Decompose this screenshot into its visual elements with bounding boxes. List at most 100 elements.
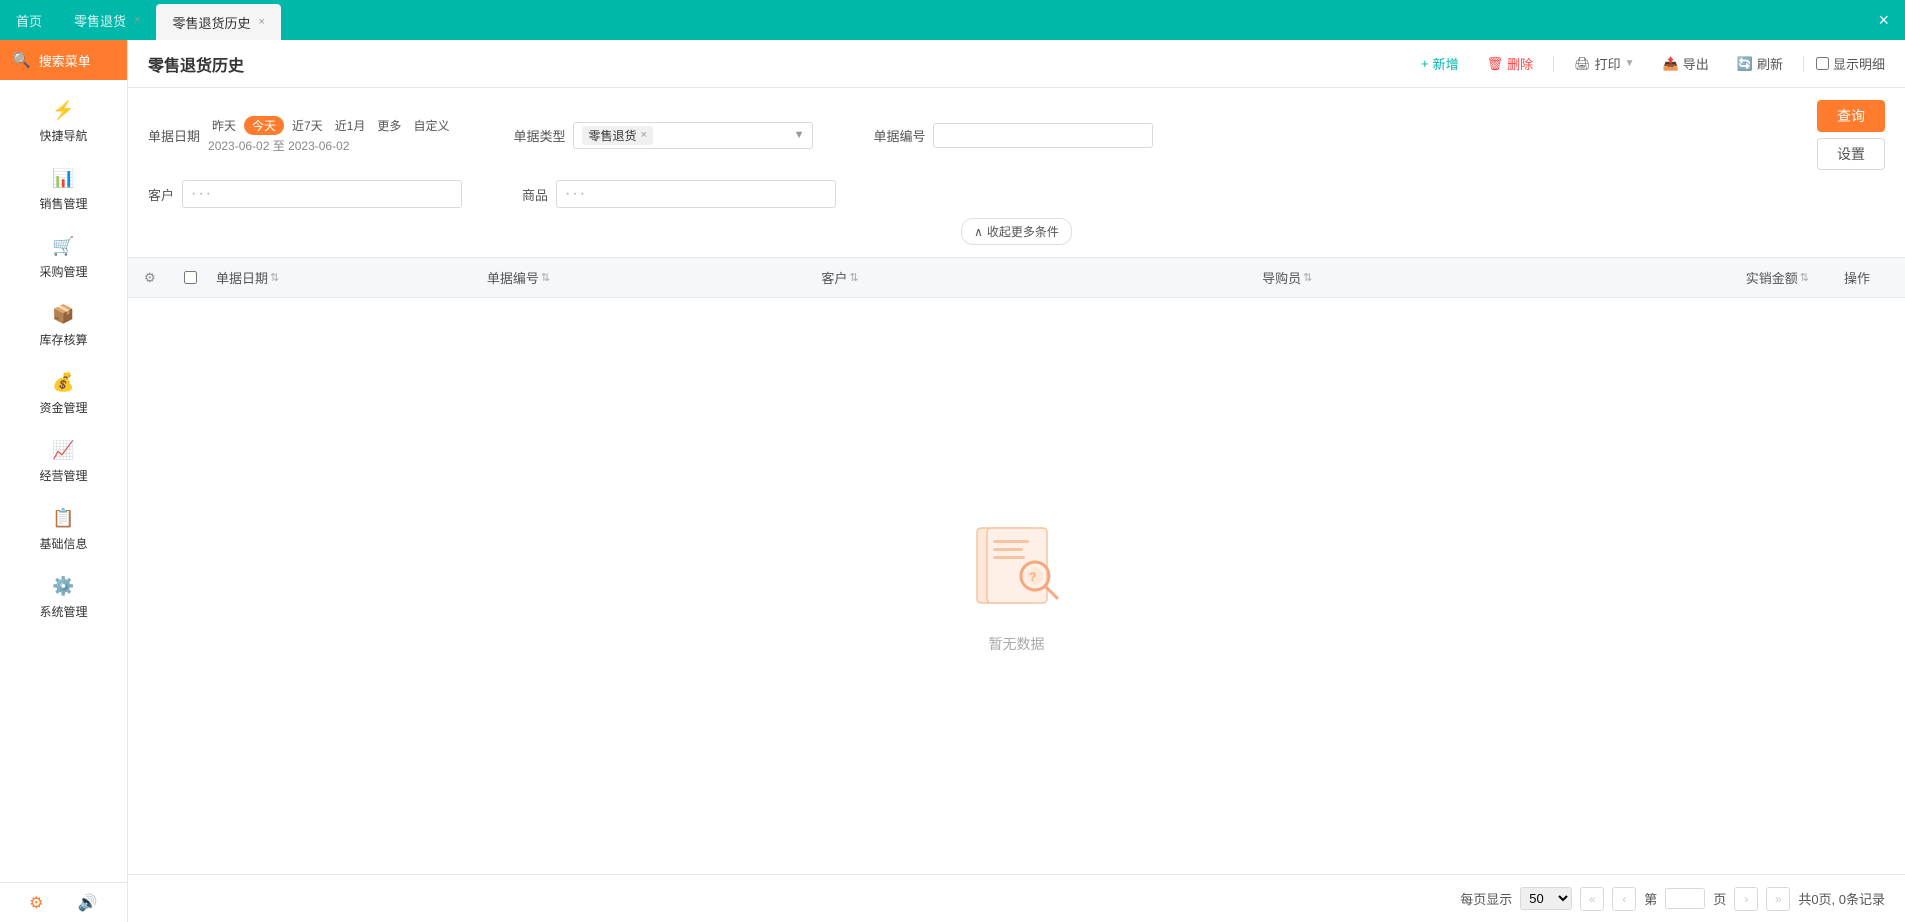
window-close-button[interactable]: × <box>1862 0 1905 40</box>
doc-type-tag-text: 零售退货 <box>588 127 636 144</box>
sales-icon: 📊 <box>52 168 74 189</box>
show-detail-checkbox[interactable]: 显示明细 <box>1816 54 1885 73</box>
query-settings-area: 查询 设置 <box>1817 100 1885 170</box>
th-customer-sort[interactable]: ⇅ <box>849 271 858 284</box>
sidebar-item-business[interactable]: 📈 经营管理 <box>0 428 127 496</box>
svg-text:?: ? <box>1029 570 1036 584</box>
collapse-area: ∧ 收起更多条件 <box>148 218 1885 245</box>
sidebar-item-basic-info-label: 基础信息 <box>39 535 87 552</box>
date-btn-1month[interactable]: 近1月 <box>331 116 370 135</box>
customer-label: 客户 <box>148 185 174 204</box>
first-page-button[interactable]: « <box>1580 887 1604 911</box>
show-detail-input[interactable] <box>1816 57 1829 70</box>
doc-type-tag-close[interactable]: × <box>640 129 646 141</box>
th-date: 单据日期 ⇅ <box>208 268 479 287</box>
settings-col-icon: ⚙ <box>144 270 156 286</box>
th-customer-label: 客户 <box>821 268 847 287</box>
date-btn-today[interactable]: 今天 <box>244 116 284 135</box>
empty-state: ? 暂无数据 <box>128 298 1905 874</box>
query-button[interactable]: 查询 <box>1817 100 1885 132</box>
collapse-icon: ∧ <box>974 225 983 239</box>
th-order-label: 单据编号 <box>487 268 539 287</box>
sidebar-item-system[interactable]: ⚙️ 系统管理 <box>0 564 127 632</box>
filter-date-item: 单据日期 昨天 今天 近7天 近1月 更多 自定义 2023-06-02 至 2… <box>148 116 453 154</box>
tab-retail-return-history[interactable]: 零售退货历史 × <box>156 4 280 40</box>
page-title: 零售退货历史 <box>148 52 244 76</box>
delete-button[interactable]: 🗑 删除 <box>1479 50 1542 77</box>
page-label: 页 <box>1713 889 1726 908</box>
page-number-input[interactable]: 1 <box>1665 888 1705 909</box>
settings-filter-button[interactable]: 设置 <box>1817 138 1885 170</box>
goods-label: 商品 <box>522 185 548 204</box>
th-date-label: 单据日期 <box>216 268 268 287</box>
tab-home-label: 首页 <box>16 11 42 30</box>
date-btn-7days[interactable]: 近7天 <box>288 116 327 135</box>
doc-number-input[interactable] <box>933 123 1153 148</box>
new-button[interactable]: + 新增 <box>1413 50 1467 77</box>
search-bar-label: 搜索菜单 <box>39 51 91 70</box>
tab-retail-return-close[interactable]: × <box>134 14 140 26</box>
sidebar-item-inventory-label: 库存核算 <box>39 331 87 348</box>
sidebar-item-quick-nav-label: 快捷导航 <box>39 127 87 144</box>
doc-type-select[interactable]: 零售退货 × ▼ <box>573 122 813 149</box>
customer-dots-icon: ··· <box>191 185 213 203</box>
th-settings[interactable]: ⚙ <box>136 270 172 286</box>
date-btn-yesterday[interactable]: 昨天 <box>208 116 240 135</box>
search-icon: 🔍 <box>12 51 31 69</box>
prev-page-icon: ‹ <box>1622 892 1626 906</box>
show-detail-label: 显示明细 <box>1833 54 1885 73</box>
th-amount-sort[interactable]: ⇅ <box>1800 271 1809 284</box>
sidebar-item-purchase[interactable]: 🛒 采购管理 <box>0 224 127 292</box>
speaker-icon[interactable]: 🔊 <box>78 893 98 913</box>
filter-row-1: 单据日期 昨天 今天 近7天 近1月 更多 自定义 2023-06-02 至 2… <box>148 100 1885 170</box>
main-layout: 🔍 搜索菜单 ⚡ 快捷导航 📊 销售管理 🛒 采购管理 📦 库存核算 💰 <box>0 40 1905 922</box>
date-btn-custom[interactable]: 自定义 <box>409 116 453 135</box>
tab-retail-return[interactable]: 零售退货 × <box>58 0 156 40</box>
page-size-select[interactable]: 10 20 50 100 <box>1520 887 1572 910</box>
goods-dots-icon: ··· <box>565 185 587 203</box>
print-button[interactable]: 🖨 打印 ▼ <box>1566 50 1642 77</box>
table-area: ⚙ 单据日期 ⇅ 单据编号 ⇅ 客户 ⇅ 导购员 <box>128 258 1905 874</box>
content-area: 零售退货历史 + 新增 🗑 删除 🖨 打印 ▼ 📤 导出 <box>128 40 1905 922</box>
select-all-checkbox[interactable] <box>184 271 197 284</box>
empty-illustration: ? <box>957 518 1077 618</box>
next-page-button[interactable]: › <box>1734 887 1758 911</box>
date-btn-more[interactable]: 更多 <box>373 116 405 135</box>
th-order: 单据编号 ⇅ <box>479 268 814 287</box>
empty-text: 暂无数据 <box>989 634 1045 654</box>
page-section-label: 第 <box>1644 889 1657 908</box>
tab-home[interactable]: 首页 <box>0 0 58 40</box>
customer-input-container[interactable]: ··· <box>182 180 462 208</box>
sidebar-item-purchase-label: 采购管理 <box>39 263 87 280</box>
refresh-button[interactable]: 🔄 刷新 <box>1729 50 1791 77</box>
last-page-button[interactable]: » <box>1766 887 1790 911</box>
sidebar-search-bar[interactable]: 🔍 搜索菜单 <box>0 40 127 80</box>
th-checkbox[interactable] <box>172 271 208 284</box>
sidebar-item-inventory[interactable]: 📦 库存核算 <box>0 292 127 360</box>
sidebar-item-finance[interactable]: 💰 资金管理 <box>0 360 127 428</box>
settings-bottom-icon[interactable]: ⚙ <box>29 893 43 913</box>
th-action: 操作 <box>1817 268 1897 287</box>
doc-type-label: 单据类型 <box>513 126 565 145</box>
doc-type-tag: 零售退货 × <box>582 126 652 145</box>
prev-page-button[interactable]: ‹ <box>1612 887 1636 911</box>
sidebar-item-system-label: 系统管理 <box>39 603 87 620</box>
tab-retail-return-history-label: 零售退货历史 <box>172 13 250 32</box>
header-actions: + 新增 🗑 删除 🖨 打印 ▼ 📤 导出 🔄 <box>1413 50 1885 77</box>
quick-nav-icon: ⚡ <box>52 100 74 121</box>
date-filter-label: 单据日期 <box>148 126 200 145</box>
export-button[interactable]: 📤 导出 <box>1655 50 1717 77</box>
sidebar-item-sales[interactable]: 📊 销售管理 <box>0 156 127 224</box>
print-label: 打印 <box>1595 54 1621 73</box>
sidebar-item-basic-info[interactable]: 📋 基础信息 <box>0 496 127 564</box>
th-date-sort[interactable]: ⇅ <box>270 271 279 284</box>
doc-type-dropdown-icon: ▼ <box>794 129 805 141</box>
th-guide-sort[interactable]: ⇅ <box>1303 271 1312 284</box>
collapse-button[interactable]: ∧ 收起更多条件 <box>961 218 1072 245</box>
sidebar-item-quick-nav[interactable]: ⚡ 快捷导航 <box>0 88 127 156</box>
filter-goods-item: 商品 ··· <box>522 180 836 208</box>
goods-input-container[interactable]: ··· <box>556 180 836 208</box>
th-order-sort[interactable]: ⇅ <box>541 271 550 284</box>
tab-retail-return-history-close[interactable]: × <box>258 16 264 28</box>
close-icon: × <box>1878 10 1889 31</box>
